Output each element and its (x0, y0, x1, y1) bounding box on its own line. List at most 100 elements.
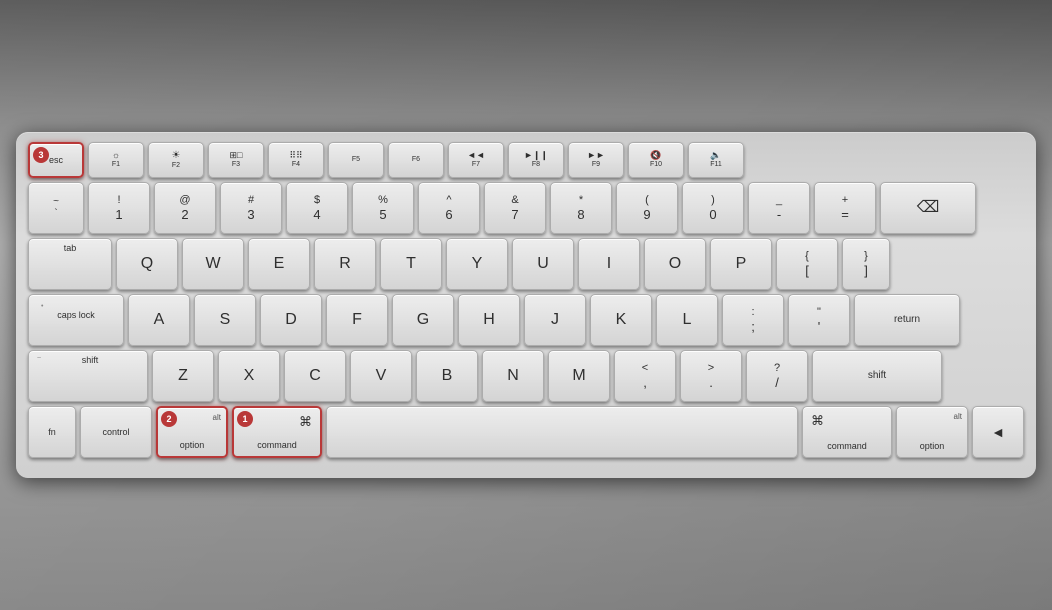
v-key[interactable]: V (350, 350, 412, 402)
f11-key[interactable]: 🔈 F11 (688, 142, 744, 178)
comma-key[interactable]: < , (614, 350, 676, 402)
alt-r-label: alt (954, 412, 962, 422)
f7-key[interactable]: ◄◄ F7 (448, 142, 504, 178)
4-key[interactable]: $ 4 (286, 182, 348, 234)
1-key[interactable]: ! 1 (88, 182, 150, 234)
m-key[interactable]: M (548, 350, 610, 402)
i-key[interactable]: I (578, 238, 640, 290)
control-key[interactable]: control (80, 406, 152, 458)
caps-label: caps lock (41, 310, 111, 321)
f9-label: F9 (592, 161, 600, 169)
f9-icon: ►► (587, 150, 605, 161)
h-key[interactable]: H (458, 294, 520, 346)
option-left-key[interactable]: 2 alt option (156, 406, 228, 458)
shift-tilde: ~ (37, 355, 41, 362)
d-key[interactable]: D (260, 294, 322, 346)
f-key[interactable]: F (326, 294, 388, 346)
lparen-label: ( (645, 194, 649, 207)
9-key[interactable]: ( 9 (616, 182, 678, 234)
rbracket-label: ] (864, 263, 868, 279)
f9-key[interactable]: ►► F9 (568, 142, 624, 178)
n-key[interactable]: N (482, 350, 544, 402)
j-key[interactable]: J (524, 294, 586, 346)
rbracket-key[interactable]: } ] (842, 238, 890, 290)
esc-label: esc (49, 155, 63, 166)
caps-lock-key[interactable]: • caps lock (28, 294, 124, 346)
minus-key[interactable]: _ - (748, 182, 810, 234)
6-key[interactable]: ^ 6 (418, 182, 480, 234)
y-key[interactable]: Y (446, 238, 508, 290)
equals-key[interactable]: + = (814, 182, 876, 234)
command-symbol: ⌘ (299, 414, 312, 430)
p-key[interactable]: P (710, 238, 772, 290)
3-key[interactable]: # 3 (220, 182, 282, 234)
slash-key[interactable]: ? / (746, 350, 808, 402)
v-label: V (376, 366, 387, 385)
f3-key[interactable]: ⊞□ F3 (208, 142, 264, 178)
z-key[interactable]: Z (152, 350, 214, 402)
w-key[interactable]: W (182, 238, 244, 290)
9-label: 9 (643, 207, 650, 223)
plus-label: + (842, 194, 848, 207)
f4-key[interactable]: ⠿⠿ F4 (268, 142, 324, 178)
rcurly-label: } (864, 250, 868, 263)
o-key[interactable]: O (644, 238, 706, 290)
8-key[interactable]: * 8 (550, 182, 612, 234)
k-key[interactable]: K (590, 294, 652, 346)
0-key[interactable]: ) 0 (682, 182, 744, 234)
fn-key[interactable]: fn (28, 406, 76, 458)
f8-label: F8 (532, 161, 540, 169)
fn-key-row: 3 esc ☼ F1 ☀ F2 ⊞□ F3 ⠿⠿ F4 F5 (28, 142, 1024, 178)
q-key[interactable]: Q (116, 238, 178, 290)
f3-icon: ⊞□ (230, 150, 243, 161)
p-label: P (736, 254, 747, 273)
b-key[interactable]: B (416, 350, 478, 402)
r-key[interactable]: R (314, 238, 376, 290)
l-key[interactable]: L (656, 294, 718, 346)
tab-key[interactable]: tab (28, 238, 112, 290)
asdf-key-row: • caps lock A S D F G H J (28, 294, 1024, 346)
esc-key[interactable]: 3 esc (28, 142, 84, 178)
semicolon-key[interactable]: : ; (722, 294, 784, 346)
space-key[interactable] (326, 406, 798, 458)
g-key[interactable]: G (392, 294, 454, 346)
command-left-key[interactable]: 1 ⌘ command (232, 406, 322, 458)
l-label: L (683, 310, 692, 329)
slash-label: / (775, 375, 779, 391)
f6-key[interactable]: F6 (388, 142, 444, 178)
backspace-key[interactable]: ⌫ (880, 182, 976, 234)
lbracket-key[interactable]: { [ (776, 238, 838, 290)
t-key[interactable]: T (380, 238, 442, 290)
option-right-key[interactable]: alt option (896, 406, 968, 458)
esc-badge: 3 (33, 147, 49, 163)
a-key[interactable]: A (128, 294, 190, 346)
f10-key[interactable]: 🔇 F10 (628, 142, 684, 178)
f4-icon: ⠿⠿ (289, 150, 302, 161)
e-key[interactable]: E (248, 238, 310, 290)
period-key[interactable]: > . (680, 350, 742, 402)
f8-icon: ►❙❙ (524, 150, 548, 161)
gt-label: > (708, 362, 714, 375)
return-key[interactable]: return (854, 294, 960, 346)
u-key[interactable]: U (512, 238, 574, 290)
question-label: ? (774, 362, 780, 375)
f1-key[interactable]: ☼ F1 (88, 142, 144, 178)
7-key[interactable]: & 7 (484, 182, 546, 234)
c-key[interactable]: C (284, 350, 346, 402)
shift-left-key[interactable]: shift ~ (28, 350, 148, 402)
2-key[interactable]: @ 2 (154, 182, 216, 234)
f8-key[interactable]: ►❙❙ F8 (508, 142, 564, 178)
f7-icon: ◄◄ (467, 150, 485, 161)
backspace-icon: ⌫ (917, 198, 940, 217)
tilde-key[interactable]: ~ ` (28, 182, 84, 234)
shift-right-key[interactable]: shift (812, 350, 942, 402)
f2-key[interactable]: ☀ F2 (148, 142, 204, 178)
q-label: Q (141, 254, 153, 273)
command-right-key[interactable]: ⌘ command (802, 406, 892, 458)
s-key[interactable]: S (194, 294, 256, 346)
f5-key[interactable]: F5 (328, 142, 384, 178)
quote-key[interactable]: " ' (788, 294, 850, 346)
arrow-left-key[interactable]: ◄ (972, 406, 1024, 458)
5-key[interactable]: % 5 (352, 182, 414, 234)
x-key[interactable]: X (218, 350, 280, 402)
